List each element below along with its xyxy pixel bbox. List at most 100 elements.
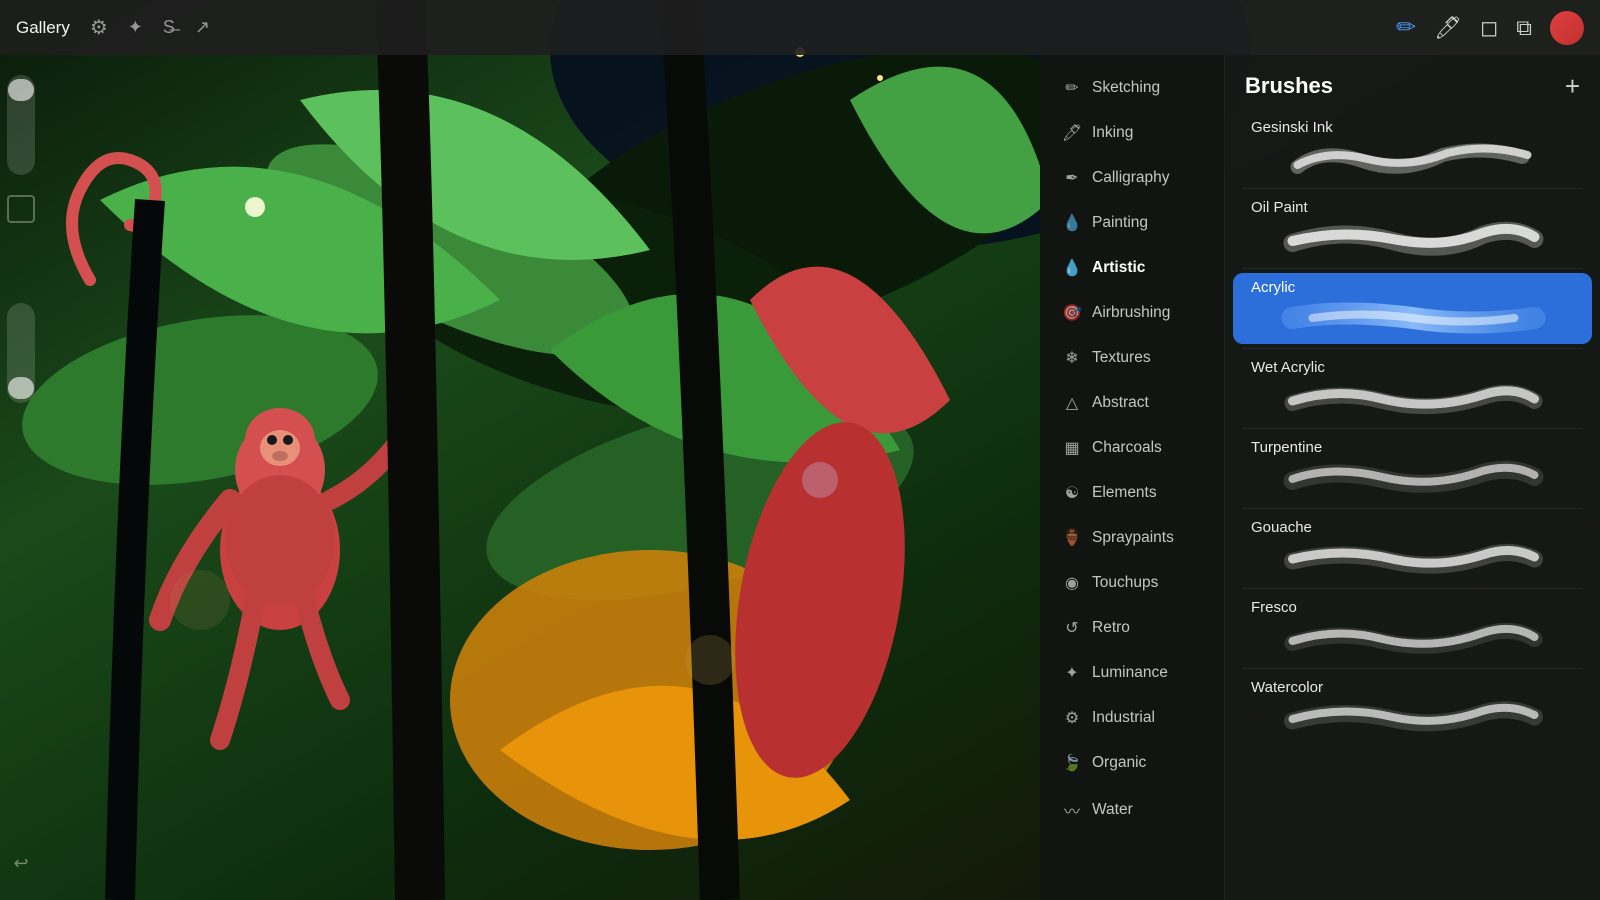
cat-label-airbrushing: Airbrushing: [1092, 304, 1170, 322]
brush-stroke-acrylic: [1251, 300, 1574, 336]
cat-icon-painting: 💧: [1062, 213, 1082, 233]
brush-divider: [1243, 668, 1582, 669]
select-icon[interactable]: S̶: [163, 17, 175, 38]
cat-icon-inking: 🖊: [1062, 123, 1082, 143]
cat-icon-elements: ☯: [1062, 483, 1082, 503]
cat-label-organic: Organic: [1092, 754, 1146, 772]
brush-divider: [1243, 588, 1582, 589]
cat-label-industrial: Industrial: [1092, 709, 1155, 727]
sidebar-item-industrial[interactable]: ⚙ Industrial: [1046, 696, 1218, 740]
sidebar-item-inking[interactable]: 🖊 Inking: [1046, 111, 1218, 155]
sidebar-item-elements[interactable]: ☯ Elements: [1046, 471, 1218, 515]
sidebar-item-textures[interactable]: ❄ Textures: [1046, 336, 1218, 380]
brush-name-gouache: Gouache: [1251, 519, 1574, 536]
sidebar-item-calligraphy[interactable]: ✒ Calligraphy: [1046, 156, 1218, 200]
cat-label-inking: Inking: [1092, 124, 1133, 142]
pen-nib-icon[interactable]: 🖊: [1434, 15, 1462, 41]
brushes-header: Brushes +: [1225, 55, 1600, 111]
top-toolbar: Gallery ⚙ ✦ S̶ ↗ ✏ 🖊 ◻ ⧉: [0, 0, 1600, 55]
cat-icon-touchups: ◉: [1062, 573, 1082, 593]
sidebar-item-painting[interactable]: 💧 Painting: [1046, 201, 1218, 245]
brush-name-wet-acrylic: Wet Acrylic: [1251, 359, 1574, 376]
brush-item-watercolor[interactable]: Watercolor: [1233, 673, 1592, 744]
brush-divider: [1243, 268, 1582, 269]
brush-item-oil-paint[interactable]: Oil Paint: [1233, 193, 1592, 264]
sidebar-item-water[interactable]: 〰 Water: [1046, 786, 1218, 834]
sidebar-item-abstract[interactable]: △ Abstract: [1046, 381, 1218, 425]
brushes-title: Brushes: [1245, 73, 1333, 99]
sidebar-item-retro[interactable]: ↺ Retro: [1046, 606, 1218, 650]
brushes-list: Brushes + Gesinski Ink Oil Paint Acrylic: [1225, 55, 1600, 900]
cat-icon-artistic: 💧: [1062, 258, 1082, 278]
sidebar-item-artistic[interactable]: 💧 Artistic: [1046, 246, 1218, 290]
cat-label-textures: Textures: [1092, 349, 1151, 367]
brush-divider: [1243, 428, 1582, 429]
brush-divider: [1243, 508, 1582, 509]
brush-name-acrylic: Acrylic: [1251, 279, 1574, 296]
checkbox-tool[interactable]: [7, 195, 35, 223]
cat-icon-textures: ❄: [1062, 348, 1082, 368]
gallery-button[interactable]: Gallery: [16, 18, 70, 38]
brush-stroke-gouache: [1251, 540, 1574, 576]
brush-stroke-fresco: [1251, 620, 1574, 656]
magic-icon[interactable]: ✦: [128, 17, 143, 38]
brush-item-gouache[interactable]: Gouache: [1233, 513, 1592, 584]
brush-stroke-gesinski-ink: [1251, 140, 1574, 176]
sidebar-item-touchups[interactable]: ◉ Touchups: [1046, 561, 1218, 605]
cat-label-painting: Painting: [1092, 214, 1148, 232]
cat-label-sketching: Sketching: [1092, 79, 1160, 97]
size-slider[interactable]: [7, 303, 35, 403]
sidebar-item-charcoals[interactable]: ▦ Charcoals: [1046, 426, 1218, 470]
cat-icon-retro: ↺: [1062, 618, 1082, 638]
cat-label-touchups: Touchups: [1092, 574, 1158, 592]
cat-label-spraypaints: Spraypaints: [1092, 529, 1174, 547]
sidebar-item-luminance[interactable]: ✦ Luminance: [1046, 651, 1218, 695]
wrench-icon[interactable]: ⚙: [90, 15, 108, 40]
layers-icon[interactable]: ⧉: [1516, 15, 1532, 41]
brush-item-wet-acrylic[interactable]: Wet Acrylic: [1233, 353, 1592, 424]
brush-item-fresco[interactable]: Fresco: [1233, 593, 1592, 664]
brush-name-turpentine: Turpentine: [1251, 439, 1574, 456]
undo-button[interactable]: ↩: [4, 846, 38, 880]
brush-divider: [1243, 188, 1582, 189]
brush-name-oil-paint: Oil Paint: [1251, 199, 1574, 216]
brush-item-acrylic[interactable]: Acrylic: [1233, 273, 1592, 344]
category-sidebar: ✏ Sketching 🖊 Inking ✒ Calligraphy 💧 Pai…: [1040, 55, 1225, 900]
cat-label-abstract: Abstract: [1092, 394, 1149, 412]
cat-icon-sketching: ✏: [1062, 78, 1082, 98]
add-brush-button[interactable]: +: [1565, 73, 1580, 99]
cat-icon-water: 〰: [1062, 798, 1082, 822]
cat-icon-industrial: ⚙: [1062, 708, 1082, 728]
pencil-tool-icon[interactable]: ✏: [1396, 13, 1416, 42]
cat-icon-spraypaints: 🏺: [1062, 528, 1082, 548]
arrow-icon[interactable]: ↗: [195, 17, 210, 38]
brush-stroke-wet-acrylic: [1251, 380, 1574, 416]
opacity-slider[interactable]: [7, 75, 35, 175]
brush-name-watercolor: Watercolor: [1251, 679, 1574, 696]
sidebar-item-sketching[interactable]: ✏ Sketching: [1046, 66, 1218, 110]
sidebar-item-spraypaints[interactable]: 🏺 Spraypaints: [1046, 516, 1218, 560]
cat-icon-charcoals: ▦: [1062, 438, 1082, 458]
cat-icon-luminance: ✦: [1062, 663, 1082, 683]
sidebar-item-organic[interactable]: 🍃 Organic: [1046, 741, 1218, 785]
cat-label-elements: Elements: [1092, 484, 1157, 502]
avatar[interactable]: [1550, 11, 1584, 45]
brush-name-gesinski-ink: Gesinski Ink: [1251, 119, 1574, 136]
toolbar-left: Gallery ⚙ ✦ S̶ ↗: [16, 15, 1372, 40]
left-tools: ↩: [0, 55, 42, 900]
sidebar-item-airbrushing[interactable]: 🎯 Airbrushing: [1046, 291, 1218, 335]
brush-stroke-watercolor: [1251, 700, 1574, 736]
cat-icon-airbrushing: 🎯: [1062, 303, 1082, 323]
brush-name-fresco: Fresco: [1251, 599, 1574, 616]
cat-label-artistic: Artistic: [1092, 259, 1145, 277]
cat-label-charcoals: Charcoals: [1092, 439, 1162, 457]
cat-icon-organic: 🍃: [1062, 753, 1082, 773]
toolbar-right: ✏ 🖊 ◻ ⧉: [1396, 11, 1584, 45]
brush-item-turpentine[interactable]: Turpentine: [1233, 433, 1592, 504]
brush-stroke-turpentine: [1251, 460, 1574, 496]
cat-icon-abstract: △: [1062, 393, 1082, 413]
brush-stroke-oil-paint: [1251, 220, 1574, 256]
brush-item-gesinski-ink[interactable]: Gesinski Ink: [1233, 113, 1592, 184]
eraser-icon[interactable]: ◻: [1480, 15, 1498, 41]
cat-icon-calligraphy: ✒: [1062, 168, 1082, 188]
